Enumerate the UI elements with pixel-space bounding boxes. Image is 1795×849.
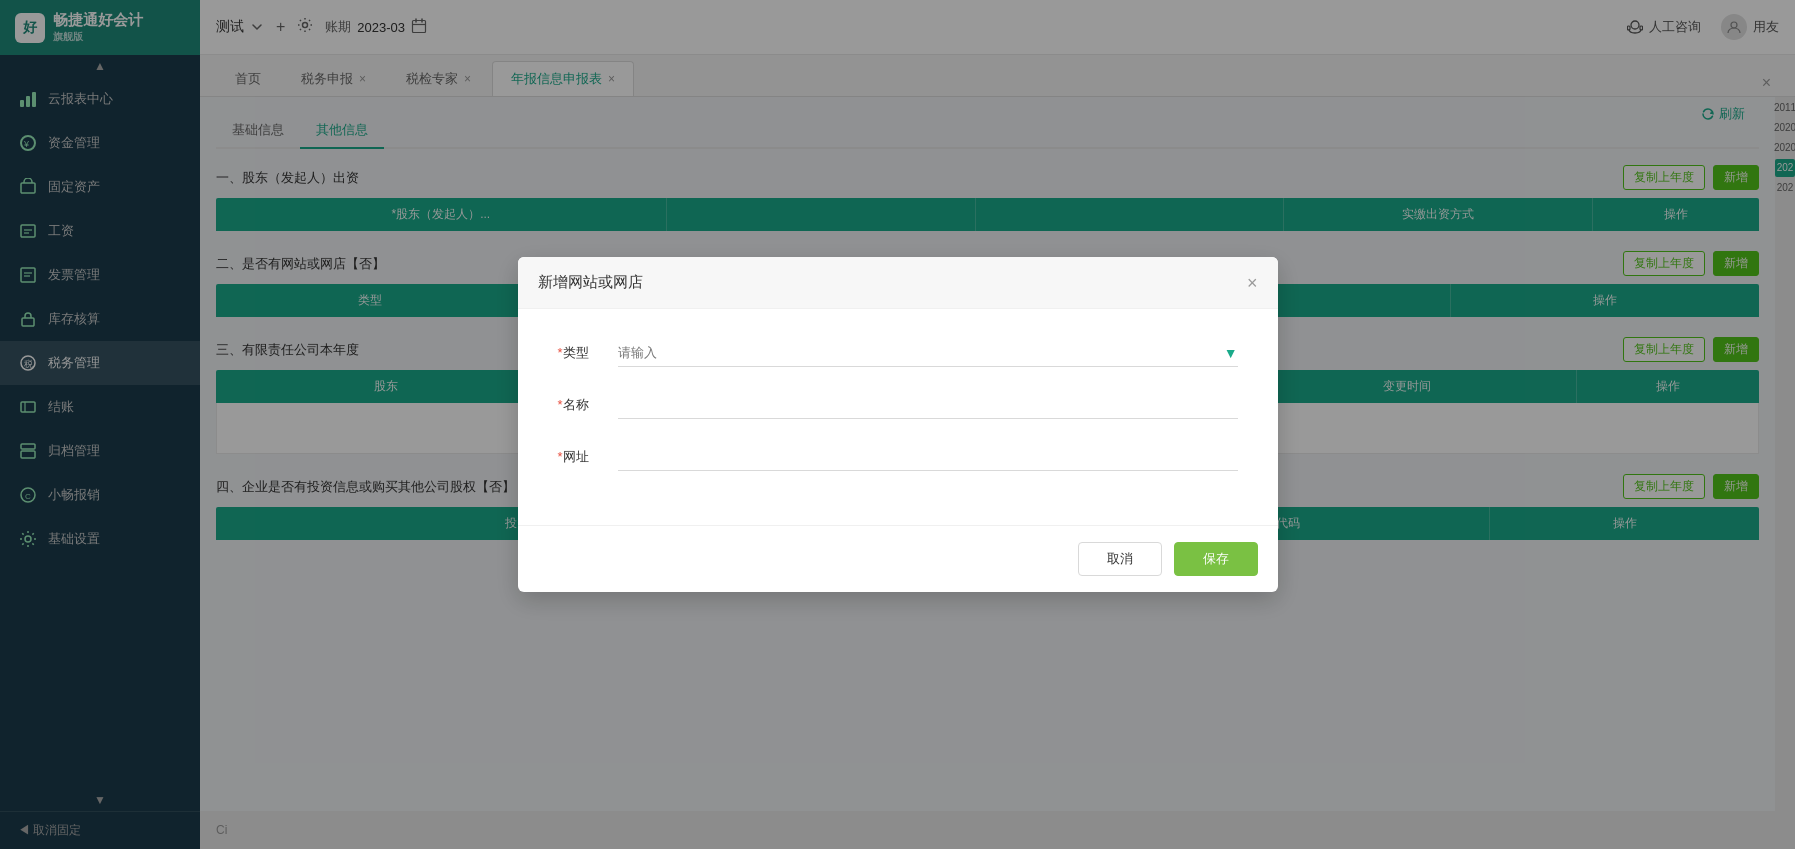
type-label: *类型 (558, 344, 618, 362)
name-input[interactable] (618, 391, 1238, 419)
modal-add-website: 新增网站或网店 × *类型 ▼ *名称 (518, 257, 1278, 592)
form-field-name: *名称 (558, 391, 1238, 419)
url-input-wrap (618, 443, 1238, 471)
modal-overlay[interactable]: 新增网站或网店 × *类型 ▼ *名称 (0, 0, 1795, 849)
modal-cancel-button[interactable]: 取消 (1078, 542, 1162, 576)
modal-footer: 取消 保存 (518, 525, 1278, 592)
url-input[interactable] (618, 443, 1238, 471)
type-dropdown-arrow[interactable]: ▼ (1224, 345, 1238, 361)
form-field-url: *网址 (558, 443, 1238, 471)
type-select-wrap: ▼ (618, 339, 1238, 367)
name-label: *名称 (558, 396, 618, 414)
modal-close-button[interactable]: × (1247, 274, 1258, 292)
name-input-wrap (618, 391, 1238, 419)
url-label: *网址 (558, 448, 618, 466)
form-field-type: *类型 ▼ (558, 339, 1238, 367)
modal-title: 新增网站或网店 (538, 273, 643, 292)
type-input[interactable] (618, 339, 1224, 366)
modal-body: *类型 ▼ *名称 *网址 (518, 309, 1278, 525)
modal-save-button[interactable]: 保存 (1174, 542, 1258, 576)
modal-header: 新增网站或网店 × (518, 257, 1278, 309)
